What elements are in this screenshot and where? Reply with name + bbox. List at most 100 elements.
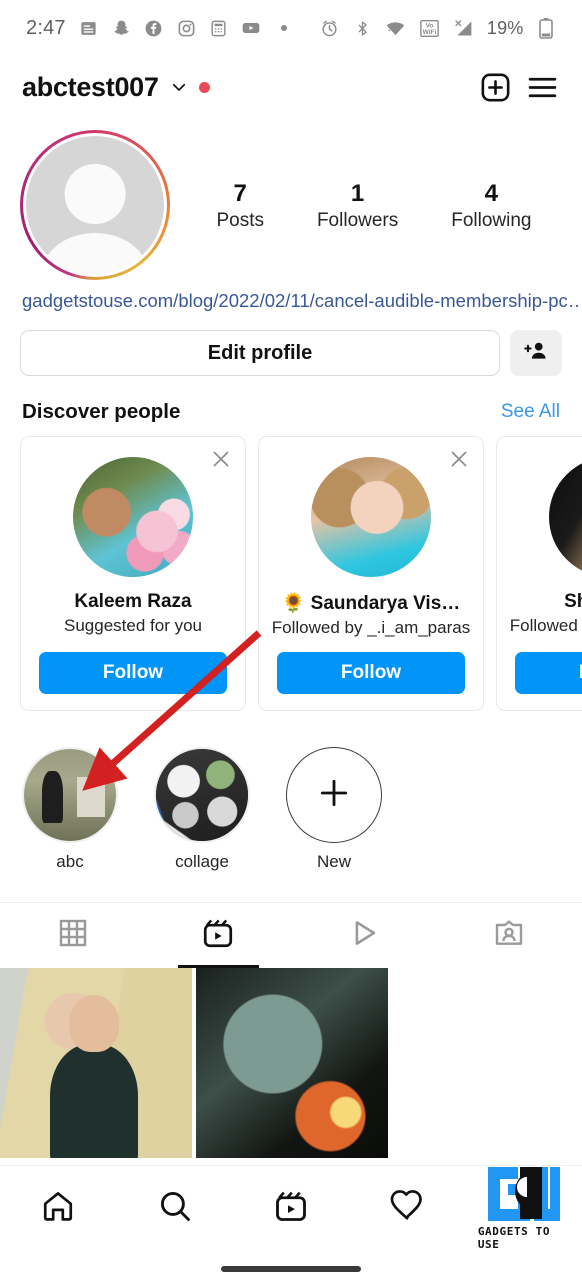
stat-posts[interactable]: 7 Posts (216, 178, 264, 232)
battery-icon (537, 17, 557, 39)
battery-percent: 19% (486, 17, 524, 38)
profile-actions: Edit profile (0, 312, 582, 376)
tab-reels[interactable] (146, 903, 292, 968)
highlight-collage[interactable]: collage (154, 747, 250, 872)
suggested-user-avatar (311, 457, 431, 577)
avatar-body (42, 232, 148, 274)
suggested-user-avatar (73, 457, 193, 577)
bluetooth-icon (352, 17, 372, 39)
follow-button[interactable]: Follow (39, 652, 227, 694)
discover-people-carousel[interactable]: Kaleem Raza Suggested for you Follow 🌻 S… (0, 436, 582, 711)
stat-following[interactable]: 4 Following (451, 178, 531, 232)
gadgets-to-use-watermark: GADGETS TO USE (466, 1167, 582, 1251)
stat-label: Following (451, 210, 532, 232)
instagram-profile-screen: 2:47 Vo WiFi 19% abctest007 7 Posts 1 Fo… (0, 0, 582, 1286)
story-ring-inner (23, 133, 167, 277)
profile-summary: 7 Posts 1 Followers 4 Following (0, 118, 582, 280)
suggested-user-card[interactable]: 🌻 Saundarya Vis… Followed by _.i_am_para… (258, 436, 484, 711)
status-time: 2:47 (26, 16, 66, 39)
profile-tabs (0, 902, 582, 968)
suggested-user-card[interactable]: Shatakshi Followed by _.i_am_paras Follo… (496, 436, 582, 711)
instagram-icon (176, 17, 196, 39)
edit-profile-button[interactable]: Edit profile (20, 330, 500, 376)
suggested-user-avatar (549, 457, 582, 577)
discover-people-title: Discover people (22, 400, 181, 423)
notification-dot (198, 81, 210, 93)
new-highlight-button[interactable] (286, 747, 382, 843)
suggested-user-name: 🌻 Saundarya Vis… (281, 593, 461, 614)
stat-label: Posts (216, 210, 264, 232)
reel-thumbnail[interactable] (0, 968, 192, 1158)
nav-reels[interactable] (233, 1180, 349, 1236)
reels-grid (0, 968, 582, 1158)
bottom-navigation: GADGETS TO USE (0, 1165, 582, 1286)
suggested-user-subtitle: Followed by _.i_am_paras (271, 618, 471, 637)
wifi-icon (385, 17, 406, 39)
news-icon (79, 17, 99, 39)
hamburger-menu-icon[interactable] (524, 69, 560, 105)
gu-logo-icon (484, 1165, 564, 1223)
nav-activity[interactable] (349, 1180, 465, 1236)
close-icon[interactable] (209, 447, 233, 471)
nav-search[interactable] (116, 1180, 232, 1236)
vowifi-icon: Vo WiFi (419, 17, 440, 39)
highlight-cover (22, 747, 118, 843)
highlight-label: abc (56, 852, 84, 871)
suggested-user-name: Shatakshi (564, 591, 582, 612)
stat-value: 1 (350, 179, 365, 207)
highlight-cover (154, 747, 250, 843)
grid-icon (57, 917, 89, 954)
profile-stats: 7 Posts 1 Followers 4 Following (170, 178, 562, 232)
tab-tagged[interactable] (437, 903, 582, 968)
stat-label: Followers (316, 210, 399, 232)
plus-square-icon[interactable] (477, 69, 513, 105)
calculator-icon (209, 17, 229, 39)
status-bar: 2:47 Vo WiFi 19% (0, 0, 582, 56)
signal-icon (453, 17, 474, 39)
suggested-user-subtitle: Suggested for you (64, 616, 202, 635)
play-triangle-icon (347, 916, 381, 955)
nav-home[interactable] (0, 1180, 116, 1236)
snapchat-icon (111, 17, 131, 39)
youtube-icon (241, 17, 261, 39)
plus-icon (314, 773, 354, 818)
dot-icon (274, 17, 294, 39)
stat-followers[interactable]: 1 Followers (317, 178, 398, 232)
alarm-icon (320, 17, 340, 39)
suggested-user-card[interactable]: Kaleem Raza Suggested for you Follow (20, 436, 246, 711)
avatar-head (64, 163, 126, 225)
tab-grid[interactable] (0, 903, 146, 968)
discover-people-header: Discover people See All (0, 376, 582, 436)
avatar[interactable] (20, 130, 170, 280)
tagged-person-icon (493, 917, 525, 954)
suggested-user-subtitle: Followed by _.i_am_paras (509, 616, 582, 635)
watermark-text: GADGETS TO USE (477, 1225, 551, 1251)
story-highlights: abc collage New (0, 711, 582, 872)
see-all-link[interactable]: See All (501, 401, 560, 423)
home-icon (40, 1188, 76, 1229)
follow-button[interactable]: Follow (515, 652, 582, 694)
reels-icon (201, 916, 235, 955)
svg-text:WiFi: WiFi (423, 29, 437, 36)
reel-thumbnail[interactable] (196, 968, 388, 1158)
tab-igtv[interactable] (291, 903, 437, 968)
bio-link[interactable]: gadgetstouse.com/blog/2022/02/11/cancel-… (0, 280, 582, 312)
stat-value: 4 (484, 179, 499, 207)
heart-icon (389, 1188, 425, 1229)
stat-value: 7 (233, 179, 247, 207)
profile-photo (26, 136, 164, 274)
chevron-down-icon[interactable] (170, 78, 188, 96)
add-person-button[interactable] (510, 330, 562, 376)
highlight-new[interactable]: New (286, 747, 382, 872)
suggested-user-name: Kaleem Raza (74, 591, 192, 612)
highlight-label: New (316, 852, 351, 871)
page-title[interactable]: abctest007 (22, 72, 159, 103)
facebook-icon (144, 17, 164, 39)
story-ring (20, 130, 170, 280)
highlight-abc[interactable]: abc (22, 747, 118, 872)
search-icon (157, 1188, 193, 1229)
highlight-label: collage (175, 852, 229, 871)
close-icon[interactable] (447, 447, 471, 471)
home-indicator (221, 1266, 361, 1272)
follow-button[interactable]: Follow (277, 652, 465, 694)
